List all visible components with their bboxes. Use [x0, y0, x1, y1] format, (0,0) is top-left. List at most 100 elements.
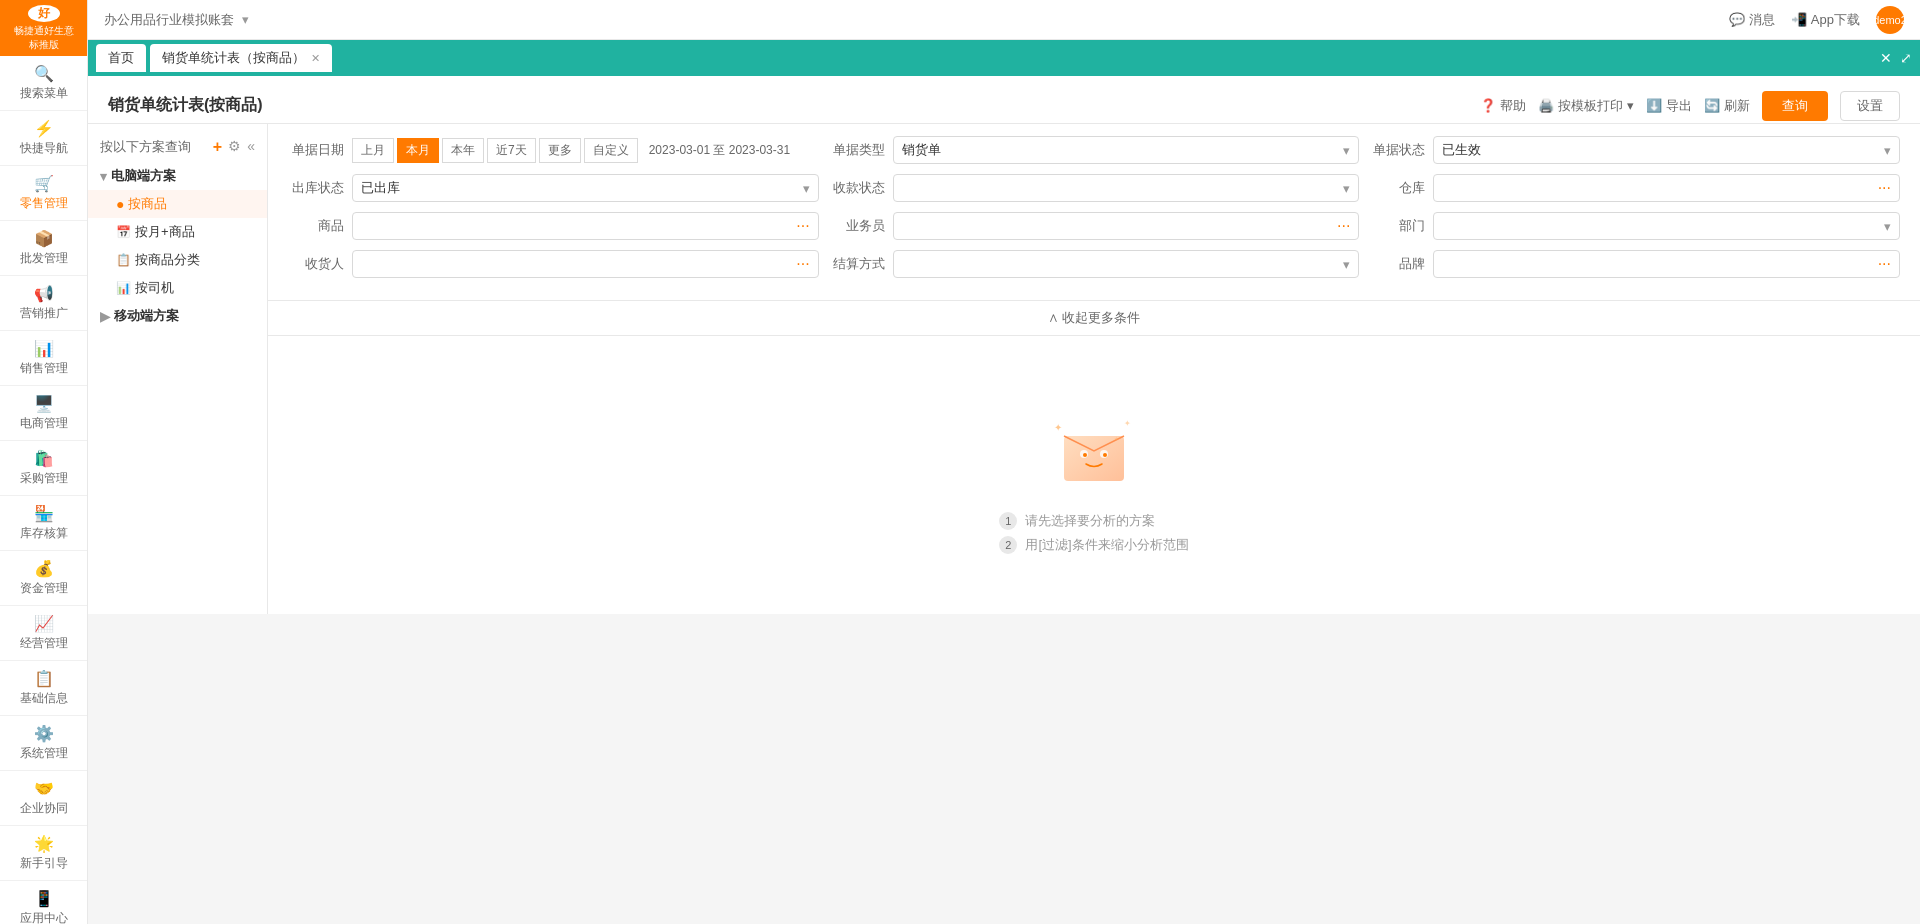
sidebar-item-newuser-label: 新手引导: [20, 855, 68, 872]
sidebar-item-finance[interactable]: 💰 资金管理: [0, 551, 87, 606]
svg-point-3: [1083, 453, 1087, 457]
content-area: 销货单统计表(按商品) ❓ 帮助 🖨️ 按模板打印 ▾ ⬇️ 导出 🔄 刷新: [88, 76, 1920, 924]
filter-brand: 品牌 ···: [1369, 250, 1900, 278]
message-icon: 💬: [1729, 12, 1745, 27]
filter-row-2: 出库状态 已出库 ▾ 收款状态 ▾: [288, 174, 1900, 202]
inventory-icon: 🏪: [34, 504, 54, 523]
sidebar-item-sales[interactable]: 📊 销售管理: [0, 331, 87, 386]
tab-close-icon[interactable]: ✕: [311, 52, 320, 65]
print-template-btn[interactable]: 🖨️ 按模板打印 ▾: [1538, 97, 1634, 115]
out-status-arrow: ▾: [803, 181, 810, 196]
doc-status-arrow: ▾: [1884, 143, 1891, 158]
brand-control[interactable]: ···: [1433, 250, 1900, 278]
tree-item-by-driver[interactable]: 📊 按司机: [88, 274, 267, 302]
collapse-filter-btn[interactable]: ∧ 收起更多条件: [268, 301, 1920, 336]
sidebar-item-nav[interactable]: ⚡ 快捷导航: [0, 111, 87, 166]
retail-icon: 🛒: [34, 174, 54, 193]
sidebar-item-wholesale-label: 批发管理: [20, 250, 68, 267]
sidebar-item-marketing[interactable]: 📢 营销推广: [0, 276, 87, 331]
salesman-control[interactable]: ···: [893, 212, 1360, 240]
help-btn[interactable]: ❓ 帮助: [1480, 97, 1526, 115]
print-dropdown-arrow[interactable]: ▾: [1627, 98, 1634, 113]
date-btn-this-year[interactable]: 本年: [442, 138, 484, 163]
doc-type-value: 销货单: [902, 141, 941, 159]
goods-control[interactable]: ···: [352, 212, 819, 240]
refresh-icon: 🔄: [1704, 98, 1720, 113]
app-download-btn[interactable]: 📲 App下载: [1791, 11, 1860, 29]
print-icon: 🖨️: [1538, 98, 1554, 113]
tree-mobile-root[interactable]: ▶ 移动端方案: [88, 302, 267, 330]
filter-row-4: 收货人 ··· 结算方式 ▾: [288, 250, 1900, 278]
tree-item-by-goods[interactable]: ● 按商品: [88, 190, 267, 218]
app-name: 畅捷通好生意: [14, 24, 74, 38]
collapse-panel-btn[interactable]: «: [247, 138, 255, 156]
warehouse-dots: ···: [1878, 179, 1891, 197]
tip-num-1: 1: [999, 512, 1017, 530]
sidebar-item-ecom[interactable]: 🖥️ 电商管理: [0, 386, 87, 441]
settings-scheme-btn[interactable]: ⚙: [228, 138, 241, 156]
doc-status-control[interactable]: 已生效 ▾: [1433, 136, 1900, 164]
tree-desktop-label: 电脑端方案: [111, 167, 176, 185]
tree-mobile-section: ▶ 移动端方案: [88, 302, 267, 330]
refresh-btn[interactable]: 🔄 刷新: [1704, 97, 1750, 115]
sidebar-item-basic[interactable]: 📋 基础信息: [0, 661, 87, 716]
payment-control[interactable]: ▾: [893, 250, 1360, 278]
doc-type-label: 单据类型: [829, 141, 893, 159]
receiver-control[interactable]: ···: [352, 250, 819, 278]
export-btn[interactable]: ⬇️ 导出: [1646, 97, 1692, 115]
sidebar-item-enterprise[interactable]: 🤝 企业协同: [0, 771, 87, 826]
sidebar-item-basic-label: 基础信息: [20, 690, 68, 707]
payment-label: 结算方式: [829, 255, 893, 273]
tip-text-1: 请先选择要分析的方案: [1025, 512, 1155, 530]
date-btn-this-month[interactable]: 本月: [397, 138, 439, 163]
department-control[interactable]: ▾: [1433, 212, 1900, 240]
tabs-right-controls: ✕ ⤢: [1880, 50, 1912, 66]
doc-status-label: 单据状态: [1369, 141, 1433, 159]
doc-type-control[interactable]: 销货单 ▾: [893, 136, 1360, 164]
messages-btn[interactable]: 💬 消息: [1729, 11, 1775, 29]
tab-sales-label: 销货单统计表（按商品）: [162, 49, 305, 67]
sidebar-item-purchase[interactable]: 🛍️ 采购管理: [0, 441, 87, 496]
ecom-icon: 🖥️: [34, 394, 54, 413]
tip-num-2: 2: [999, 536, 1017, 554]
sidebar-item-newuser[interactable]: 🌟 新手引导: [0, 826, 87, 881]
sales-icon: 📊: [34, 339, 54, 358]
date-btn-last-month[interactable]: 上月: [352, 138, 394, 163]
active-item-icon: ●: [116, 196, 124, 212]
sidebar-item-search[interactable]: 🔍 搜索菜单: [0, 56, 87, 111]
date-btn-custom[interactable]: 自定义: [584, 138, 638, 163]
sidebar-item-inventory[interactable]: 🏪 库存核算: [0, 496, 87, 551]
empty-illustration: ✦ ✦ ✦: [1044, 396, 1144, 496]
warehouse-control[interactable]: ···: [1433, 174, 1900, 202]
tree-item-by-month-goods[interactable]: 📅 按月+商品: [88, 218, 267, 246]
industry-label: 办公用品行业模拟账套: [104, 11, 234, 29]
svg-text:✦: ✦: [1114, 436, 1119, 442]
department-label: 部门: [1369, 217, 1433, 235]
date-btn-more[interactable]: 更多: [539, 138, 581, 163]
date-controls: 上月 本月 本年 近7天 更多 自定义 2023-03-01 至 2023-03…: [352, 138, 819, 163]
date-btn-last-7-days[interactable]: 近7天: [487, 138, 536, 163]
system-icon: ⚙️: [34, 724, 54, 743]
add-scheme-btn[interactable]: +: [213, 138, 222, 156]
operations-icon: 📈: [34, 614, 54, 633]
settings-button[interactable]: 设置: [1840, 91, 1900, 121]
tree-item-by-category[interactable]: 📋 按商品分类: [88, 246, 267, 274]
tree-desktop-root[interactable]: ▾ 电脑端方案: [88, 162, 267, 190]
tab-home[interactable]: 首页: [96, 44, 146, 72]
sidebar-item-operations-label: 经营管理: [20, 635, 68, 652]
avatar[interactable]: demo2: [1876, 6, 1904, 34]
receive-status-control[interactable]: ▾: [893, 174, 1360, 202]
tab-maximize-btn[interactable]: ⤢: [1900, 50, 1912, 66]
dropdown-arrow[interactable]: ▾: [242, 12, 249, 27]
query-button[interactable]: 查询: [1762, 91, 1828, 121]
collapse-label: ∧ 收起更多条件: [1048, 310, 1141, 325]
sidebar-item-retail[interactable]: 🛒 零售管理: [0, 166, 87, 221]
appcenter-icon: 📱: [34, 889, 54, 908]
sidebar-item-wholesale[interactable]: 📦 批发管理: [0, 221, 87, 276]
tab-close-window-btn[interactable]: ✕: [1880, 50, 1892, 66]
tab-sales-stat[interactable]: 销货单统计表（按商品） ✕: [150, 44, 332, 72]
sidebar-item-system[interactable]: ⚙️ 系统管理: [0, 716, 87, 771]
sidebar-item-appcenter[interactable]: 📱 应用中心: [0, 881, 87, 924]
out-status-control[interactable]: 已出库 ▾: [352, 174, 819, 202]
sidebar-item-operations[interactable]: 📈 经营管理: [0, 606, 87, 661]
